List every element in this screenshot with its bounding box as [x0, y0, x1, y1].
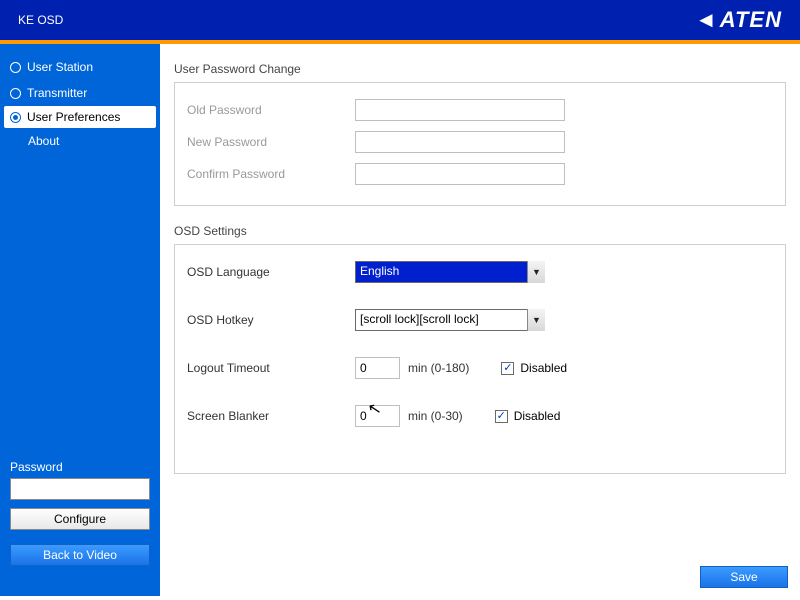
- osd-hotkey-select[interactable]: [scroll lock][scroll lock] ▼: [355, 309, 545, 331]
- sidebar-item-label: User Station: [27, 60, 93, 74]
- logout-disabled-label: Disabled: [520, 361, 567, 375]
- configure-button[interactable]: Configure: [10, 508, 150, 530]
- radio-icon: [10, 112, 21, 123]
- new-password-input[interactable]: [355, 131, 565, 153]
- back-to-video-button[interactable]: Back to Video: [10, 544, 150, 566]
- logout-timeout-label: Logout Timeout: [187, 361, 355, 375]
- password-label: Password: [10, 460, 150, 474]
- radio-icon: [10, 88, 21, 99]
- osd-language-select[interactable]: English ▼: [355, 261, 545, 283]
- logout-disabled-checkbox[interactable]: ✓: [501, 362, 514, 375]
- logout-timeout-hint: min (0-180): [408, 361, 469, 375]
- sidebar: User Station Transmitter User Preference…: [0, 44, 160, 596]
- screen-blanker-input[interactable]: [355, 405, 400, 427]
- sidebar-item-label: User Preferences: [27, 110, 120, 124]
- osd-hotkey-value: [scroll lock][scroll lock]: [355, 309, 545, 331]
- confirm-password-label: Confirm Password: [187, 167, 355, 181]
- old-password-label: Old Password: [187, 103, 355, 117]
- sidebar-item-user-station[interactable]: User Station: [0, 54, 160, 80]
- sidebar-item-label: About: [28, 134, 59, 148]
- app-title: KE OSD: [18, 13, 63, 27]
- password-change-panel: Old Password New Password Confirm Passwo…: [174, 82, 786, 206]
- osd-language-label: OSD Language: [187, 265, 355, 279]
- confirm-password-input[interactable]: [355, 163, 565, 185]
- chevron-down-icon: ▼: [527, 309, 545, 331]
- old-password-input[interactable]: [355, 99, 565, 121]
- blanker-disabled-label: Disabled: [514, 409, 561, 423]
- osd-hotkey-label: OSD Hotkey: [187, 313, 355, 327]
- sidebar-item-about[interactable]: About: [0, 128, 160, 154]
- section-title-osd-settings: OSD Settings: [174, 224, 786, 238]
- logout-timeout-input[interactable]: [355, 357, 400, 379]
- main-content: User Password Change Old Password New Pa…: [160, 44, 800, 596]
- radio-icon: [10, 62, 21, 73]
- chevron-down-icon: ▼: [527, 261, 545, 283]
- section-title-password-change: User Password Change: [174, 62, 786, 76]
- osd-settings-panel: OSD Language English ▼ OSD Hotkey [scrol…: [174, 244, 786, 474]
- screen-blanker-label: Screen Blanker: [187, 409, 355, 423]
- osd-language-value: English: [355, 261, 545, 283]
- sidebar-item-user-preferences[interactable]: User Preferences: [4, 106, 156, 128]
- password-input[interactable]: [10, 478, 150, 500]
- save-button[interactable]: Save: [700, 566, 788, 588]
- sidebar-item-transmitter[interactable]: Transmitter: [0, 80, 160, 106]
- brand-logo: ◄ATEN: [695, 7, 782, 33]
- new-password-label: New Password: [187, 135, 355, 149]
- sidebar-bottom: Password Configure Back to Video: [0, 452, 160, 596]
- app-header: KE OSD ◄ATEN: [0, 0, 800, 44]
- screen-blanker-hint: min (0-30): [408, 409, 463, 423]
- sidebar-item-label: Transmitter: [27, 86, 87, 100]
- blanker-disabled-checkbox[interactable]: ✓: [495, 410, 508, 423]
